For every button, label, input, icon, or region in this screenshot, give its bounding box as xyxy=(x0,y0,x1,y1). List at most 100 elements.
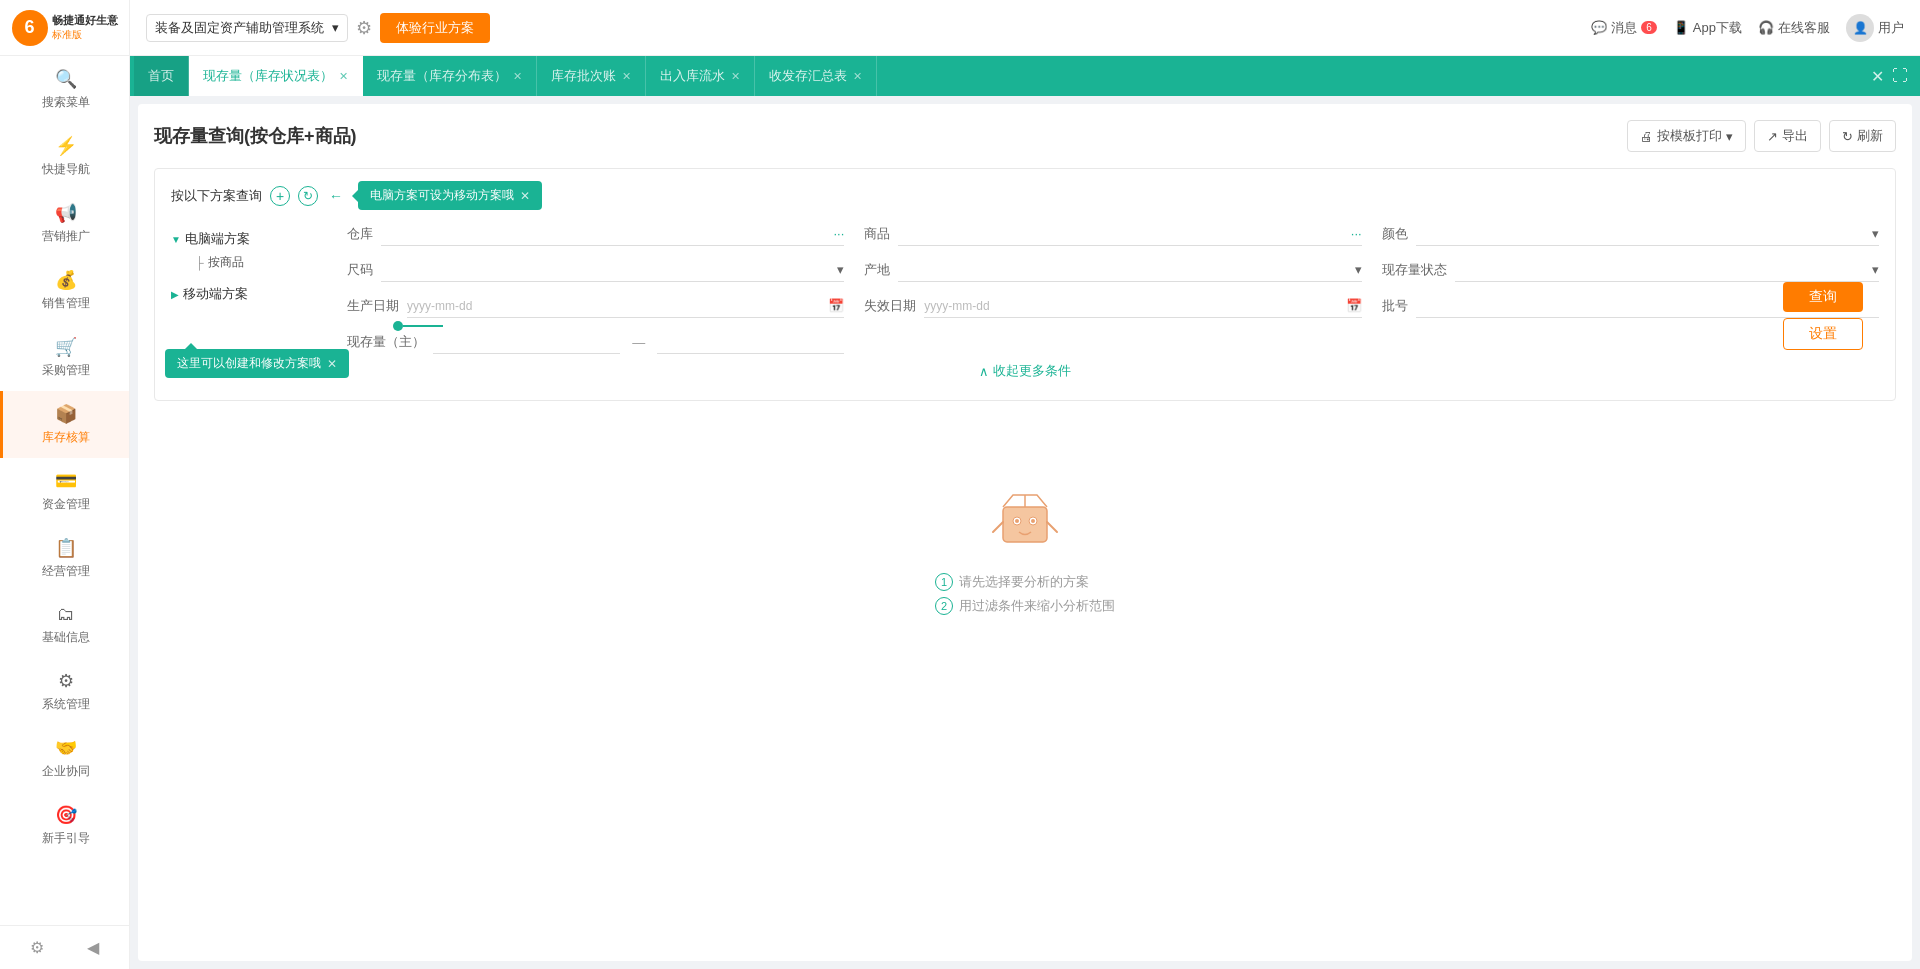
goods-label: 商品 xyxy=(864,225,890,243)
tab-inout[interactable]: 出入库流水 ✕ xyxy=(646,56,755,96)
filter-row-2: 尺码 ▾ 产地 ▾ xyxy=(347,258,1879,282)
arrow-right-icon: ▶ xyxy=(171,289,179,300)
quick-icon: ⚡ xyxy=(55,135,77,157)
filter-row-4: 现存量（主） — xyxy=(347,330,1879,354)
tab-batch-label: 库存批次账 xyxy=(551,67,616,85)
inventory-icon: 📦 xyxy=(55,403,77,425)
stock-qty-max-input[interactable] xyxy=(657,330,844,354)
sidebar-item-finance[interactable]: 💳 资金管理 xyxy=(0,458,129,525)
settings-icon[interactable]: ⚙ xyxy=(30,938,44,957)
step2-text: 用过滤条件来缩小分析范围 xyxy=(959,597,1115,615)
sidebar-item-sales[interactable]: 💰 销售管理 xyxy=(0,257,129,324)
filter-exp-date: 失效日期 yyyy-mm-dd 📅 xyxy=(864,294,1361,318)
goods-select[interactable]: ··· xyxy=(898,222,1361,246)
sidebar-item-guide[interactable]: 🎯 新手引导 xyxy=(0,792,129,859)
system-select[interactable]: 装备及固定资产辅助管理系统 ▾ xyxy=(146,14,348,42)
stock-qty-min-input[interactable] xyxy=(433,330,620,354)
sidebar-item-label: 企业协同 xyxy=(42,763,90,780)
collapse-row: ∧ 收起更多条件 xyxy=(171,354,1879,388)
collapse-label: 收起更多条件 xyxy=(993,362,1071,380)
filter-row-3: 生产日期 yyyy-mm-dd 📅 失效日期 yyyy-mm-dd 📅 xyxy=(347,294,1879,318)
tab-inventory-status-label: 现存量（库存状况表） xyxy=(203,67,333,85)
search-btn-group: 查询 设置 xyxy=(1783,282,1863,350)
search-button[interactable]: 查询 xyxy=(1783,282,1863,312)
close-tab-inventory-dist[interactable]: ✕ xyxy=(513,70,522,83)
refresh-button[interactable]: ↻ 刷新 xyxy=(1829,120,1896,152)
sidebar-item-search[interactable]: 🔍 搜索菜单 xyxy=(0,56,129,123)
export-label: 导出 xyxy=(1782,127,1808,145)
tab-inventory-status[interactable]: 现存量（库存状况表） ✕ xyxy=(189,56,363,96)
stock-status-select[interactable]: ▾ xyxy=(1455,258,1879,282)
sidebar-item-basic[interactable]: 🗂 基础信息 xyxy=(0,592,129,658)
filter-warehouse: 仓库 ··· xyxy=(347,222,844,246)
print-label: 按模板打印 xyxy=(1657,127,1722,145)
basic-icon: 🗂 xyxy=(57,604,75,625)
warehouse-label: 仓库 xyxy=(347,225,373,243)
printer-icon: 🖨 xyxy=(1640,129,1653,144)
exp-date-input[interactable]: yyyy-mm-dd 📅 xyxy=(924,294,1361,318)
scheme-by-goods: 按商品 xyxy=(208,254,244,271)
tab-home[interactable]: 首页 xyxy=(134,56,189,96)
back-scheme-button[interactable]: ← xyxy=(326,186,346,206)
tab-batch[interactable]: 库存批次账 ✕ xyxy=(537,56,646,96)
scheme-pc-item[interactable]: ▼ 电脑端方案 xyxy=(171,226,331,252)
sidebar-item-system[interactable]: ⚙ 系统管理 xyxy=(0,658,129,725)
filter-row-1: 仓库 ··· 商品 ··· xyxy=(347,222,1879,246)
collapse-button[interactable]: ∧ 收起更多条件 xyxy=(979,362,1071,380)
tab-home-label: 首页 xyxy=(148,67,174,85)
scheme-pc-child[interactable]: ├ 按商品 xyxy=(195,252,331,273)
origin-select[interactable]: ▾ xyxy=(898,258,1361,282)
export-button[interactable]: ↗ 导出 xyxy=(1754,120,1821,152)
arrow-down-icon: ▼ xyxy=(171,234,181,245)
scheme-mobile-item[interactable]: ▶ 移动端方案 xyxy=(171,281,331,307)
close-tab-batch[interactable]: ✕ xyxy=(622,70,631,83)
app-download-button[interactable]: 📱 App下载 xyxy=(1673,19,1742,37)
sidebar-item-marketing[interactable]: 📢 营销推广 xyxy=(0,190,129,257)
sidebar-item-quick[interactable]: ⚡ 快捷导航 xyxy=(0,123,129,190)
prod-date-input[interactable]: yyyy-mm-dd 📅 xyxy=(407,294,844,318)
collapse-sidebar-icon[interactable]: ◀ xyxy=(87,938,99,957)
online-service-button[interactable]: 🎧 在线客服 xyxy=(1758,19,1830,37)
headset-icon: 🎧 xyxy=(1758,20,1774,35)
color-label: 颜色 xyxy=(1382,225,1408,243)
sales-icon: 💰 xyxy=(55,269,77,291)
sidebar-item-label: 基础信息 xyxy=(42,629,90,646)
export-icon: ↗ xyxy=(1767,129,1778,144)
empty-step1: 1 请先选择要分析的方案 xyxy=(935,573,1115,591)
maximize-icon[interactable]: ⛶ xyxy=(1892,67,1908,86)
sidebar-item-purchase[interactable]: 🛒 采购管理 xyxy=(0,324,129,391)
scheme-tree: ▼ 电脑端方案 ├ 按商品 ▶ 移动端方案 xyxy=(171,222,331,354)
scheme-mobile-label: 移动端方案 xyxy=(183,285,248,303)
industry-plan-button[interactable]: 体验行业方案 xyxy=(380,13,490,43)
refresh-scheme-button[interactable]: ↻ xyxy=(298,186,318,206)
close-tab-inout[interactable]: ✕ xyxy=(731,70,740,83)
user-button[interactable]: 👤 用户 xyxy=(1846,14,1904,42)
message-badge: 6 xyxy=(1641,21,1657,34)
chevron-down-icon: ▾ xyxy=(1726,129,1733,144)
reset-button[interactable]: 设置 xyxy=(1783,318,1863,350)
close-tooltip2-icon[interactable]: ✕ xyxy=(327,357,337,371)
tab-collect[interactable]: 收发存汇总表 ✕ xyxy=(755,56,877,96)
size-select[interactable]: ▾ xyxy=(381,258,844,282)
filter-section: 按以下方案查询 + ↻ ← 电脑方案可设为移动方案哦 ✕ 这里可以创建和修改方案… xyxy=(154,168,1896,401)
tab-inventory-dist[interactable]: 现存量（库存分布表） ✕ xyxy=(363,56,537,96)
sidebar-item-inventory[interactable]: 📦 库存核算 xyxy=(0,391,129,458)
print-button[interactable]: 🖨 按模板打印 ▾ xyxy=(1627,120,1746,152)
prod-date-label: 生产日期 xyxy=(347,297,399,315)
close-tab-inventory-status[interactable]: ✕ xyxy=(339,70,348,83)
add-scheme-button[interactable]: + xyxy=(270,186,290,206)
close-tooltip-icon[interactable]: ✕ xyxy=(520,189,530,203)
close-all-tabs-icon[interactable]: ✕ xyxy=(1871,67,1884,86)
color-select[interactable]: ▾ xyxy=(1416,222,1879,246)
sidebar-item-enterprise[interactable]: 🤝 企业协同 xyxy=(0,725,129,792)
tab-inout-label: 出入库流水 xyxy=(660,67,725,85)
filter-color: 颜色 ▾ xyxy=(1382,222,1879,246)
warehouse-select[interactable]: ··· xyxy=(381,222,844,246)
close-tab-collect[interactable]: ✕ xyxy=(853,70,862,83)
settings-gear-icon[interactable]: ⚙ xyxy=(356,17,372,39)
message-button[interactable]: 💬 消息 6 xyxy=(1591,19,1657,37)
tab-actions: ✕ ⛶ xyxy=(1871,67,1916,86)
filter-label: 按以下方案查询 xyxy=(171,187,262,205)
sidebar-item-operation[interactable]: 📋 经营管理 xyxy=(0,525,129,592)
sidebar-item-label: 库存核算 xyxy=(42,429,90,446)
